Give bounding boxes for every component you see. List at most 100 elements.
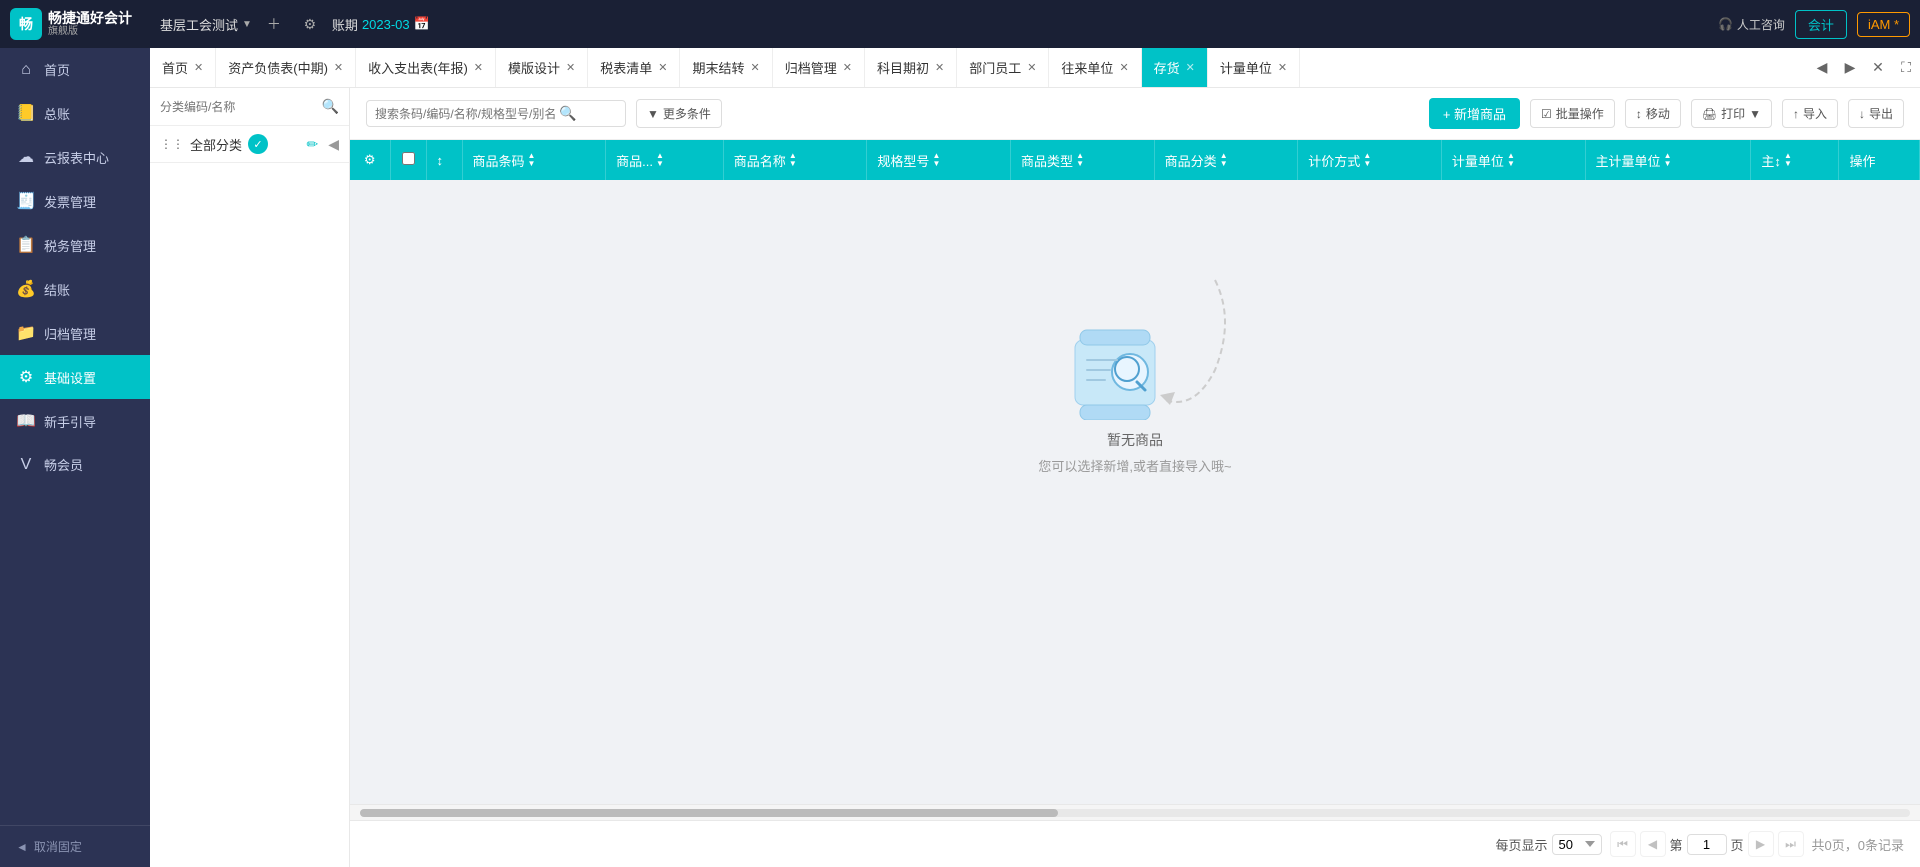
page-first-button[interactable]: ⏮ bbox=[1610, 831, 1636, 857]
col-barcode[interactable]: 商品条码 ▲▼ bbox=[462, 140, 606, 180]
tab-close-icon[interactable]: ✕ bbox=[1027, 61, 1036, 74]
unpin-button[interactable]: ◄ 取消固定 bbox=[0, 825, 150, 867]
tab-close-icon[interactable]: ✕ bbox=[935, 61, 944, 74]
tab-tax[interactable]: 税表清单 ✕ bbox=[588, 48, 680, 88]
tab-close-all[interactable]: ✕ bbox=[1864, 54, 1892, 82]
header-right: 🎧 人工咨询 会计 iAM * bbox=[1718, 10, 1910, 39]
account-button[interactable]: 会计 bbox=[1795, 10, 1847, 39]
per-page-select[interactable]: 10 20 50 100 bbox=[1552, 834, 1602, 855]
print-button[interactable]: 🖨 打印 ▼ bbox=[1691, 99, 1772, 128]
category-all-label[interactable]: 全部分类 bbox=[190, 135, 242, 154]
page-next-button[interactable]: ▶ bbox=[1748, 831, 1774, 857]
tab-close-icon[interactable]: ✕ bbox=[194, 61, 203, 74]
tab-period-end[interactable]: 期末结转 ✕ bbox=[680, 48, 772, 88]
human-service-btn[interactable]: 🎧 人工咨询 bbox=[1718, 16, 1785, 33]
col-main-unit[interactable]: 主计量单位 ▲▼ bbox=[1585, 140, 1751, 180]
tab-close-icon[interactable]: ✕ bbox=[751, 61, 760, 74]
col-name[interactable]: 商品名称 ▲▼ bbox=[723, 140, 867, 180]
category-search-input[interactable] bbox=[160, 100, 318, 114]
tab-close-icon[interactable]: ✕ bbox=[1186, 61, 1195, 74]
page-prev-button[interactable]: ◀ bbox=[1640, 831, 1666, 857]
tab-nav-right[interactable]: ▶ bbox=[1836, 54, 1864, 82]
new-product-button[interactable]: + 新增商品 bbox=[1429, 98, 1520, 129]
col-settings[interactable]: ⚙ bbox=[350, 140, 390, 180]
sidebar-label: 首页 bbox=[44, 60, 70, 79]
guide-icon: 📖 bbox=[16, 411, 36, 431]
export-icon: ↓ bbox=[1859, 107, 1865, 121]
table-header: ⚙ ↕ 商品条码 ▲▼ 商品. bbox=[350, 140, 1920, 180]
add-tab-button[interactable]: ＋ bbox=[260, 10, 288, 38]
settings-button[interactable]: ⚙ bbox=[296, 10, 324, 38]
tab-inventory[interactable]: 存货 ✕ bbox=[1142, 48, 1208, 88]
tab-close-icon[interactable]: ✕ bbox=[658, 61, 667, 74]
tab-close-icon[interactable]: ✕ bbox=[843, 61, 852, 74]
tab-label: 科目期初 bbox=[877, 58, 929, 77]
product-table: ⚙ ↕ 商品条码 ▲▼ 商品. bbox=[350, 140, 1920, 180]
iam-badge[interactable]: iAM * bbox=[1857, 12, 1910, 37]
page-label: 第 bbox=[1670, 835, 1683, 854]
select-all-checkbox[interactable] bbox=[402, 152, 415, 165]
sidebar-item-cloud-report[interactable]: ☁ 云报表中心 bbox=[0, 135, 150, 179]
tab-income[interactable]: 收入支出表(年报) ✕ bbox=[356, 48, 496, 88]
tax-icon: 📋 bbox=[16, 235, 36, 255]
tab-close-icon[interactable]: ✕ bbox=[1278, 61, 1287, 74]
sidebar-item-guide[interactable]: 📖 新手引导 bbox=[0, 399, 150, 443]
horizontal-scrollbar[interactable] bbox=[350, 804, 1920, 820]
collapse-icon[interactable]: ◀ bbox=[328, 136, 339, 153]
tab-close-icon[interactable]: ✕ bbox=[334, 61, 343, 74]
empty-desc: 您可以选择新增,或者直接导入哦~ bbox=[1038, 456, 1231, 475]
tab-template[interactable]: 模版设计 ✕ bbox=[496, 48, 588, 88]
filter-button[interactable]: ▼ 更多条件 bbox=[636, 99, 722, 128]
tab-fullscreen[interactable]: ⛶ bbox=[1892, 54, 1920, 82]
sidebar-label: 畅会员 bbox=[44, 455, 83, 474]
tab-archive[interactable]: 归档管理 ✕ bbox=[773, 48, 865, 88]
tab-department[interactable]: 部门员工 ✕ bbox=[957, 48, 1049, 88]
col-unit[interactable]: 计量单位 ▲▼ bbox=[1441, 140, 1585, 180]
edit-category-icon[interactable]: ✏ bbox=[306, 136, 318, 153]
move-button[interactable]: ↕ 移动 bbox=[1625, 99, 1681, 128]
export-label: 导出 bbox=[1869, 105, 1893, 122]
tab-label: 税表清单 bbox=[600, 58, 652, 77]
tab-nav-left[interactable]: ◀ bbox=[1808, 54, 1836, 82]
search-submit-icon[interactable]: 🔍 bbox=[559, 105, 576, 122]
tab-close-icon[interactable]: ✕ bbox=[566, 61, 575, 74]
tab-unit[interactable]: 计量单位 ✕ bbox=[1208, 48, 1300, 88]
print-icon: 🖨 bbox=[1702, 107, 1717, 121]
calendar-icon[interactable]: 📅 bbox=[414, 16, 430, 32]
col-price-mode[interactable]: 计价方式 ▲▼ bbox=[1298, 140, 1442, 180]
settlement-icon: 💰 bbox=[16, 279, 36, 299]
sidebar-item-settings[interactable]: ⚙ 基础设置 bbox=[0, 355, 150, 399]
col-category[interactable]: 商品分类 ▲▼ bbox=[1154, 140, 1298, 180]
tab-subject[interactable]: 科目期初 ✕ bbox=[865, 48, 957, 88]
sidebar-item-home[interactable]: ⌂ 首页 bbox=[0, 48, 150, 91]
col-spec[interactable]: 规格型号 ▲▼ bbox=[867, 140, 1011, 180]
scroll-thumb[interactable] bbox=[360, 809, 1058, 817]
col-code[interactable]: 商品... ▲▼ bbox=[606, 140, 724, 180]
page-input[interactable] bbox=[1687, 834, 1727, 855]
per-page-label: 每页显示 bbox=[1495, 835, 1547, 854]
page-last-button[interactable]: ⏭ bbox=[1778, 831, 1804, 857]
tab-balance-sheet[interactable]: 资产负债表(中期) ✕ bbox=[216, 48, 356, 88]
sidebar-item-ledger[interactable]: 📒 总账 bbox=[0, 91, 150, 135]
export-button[interactable]: ↓ 导出 bbox=[1848, 99, 1904, 128]
sidebar-label: 税务管理 bbox=[44, 236, 96, 255]
company-selector[interactable]: 基层工会测试 ▼ bbox=[160, 15, 252, 34]
product-search-input[interactable] bbox=[375, 107, 555, 121]
search-icon[interactable]: 🔍 bbox=[322, 98, 339, 115]
sidebar-item-vip[interactable]: V 畅会员 bbox=[0, 443, 150, 486]
col-checkbox[interactable] bbox=[390, 140, 426, 180]
sidebar-item-archive[interactable]: 📁 归档管理 bbox=[0, 311, 150, 355]
app-edition: 旗舰版 bbox=[48, 26, 132, 38]
import-button[interactable]: ↑ 导入 bbox=[1782, 99, 1838, 128]
batch-operation-button[interactable]: ☑ 批量操作 bbox=[1530, 99, 1615, 128]
sidebar-item-invoice[interactable]: 🧾 发票管理 bbox=[0, 179, 150, 223]
tab-contacts[interactable]: 往来单位 ✕ bbox=[1049, 48, 1141, 88]
sidebar-item-settlement[interactable]: 💰 结账 bbox=[0, 267, 150, 311]
sidebar-item-tax[interactable]: 📋 税务管理 bbox=[0, 223, 150, 267]
tab-home[interactable]: 首页 ✕ bbox=[150, 48, 216, 88]
col-type[interactable]: 商品类型 ▲▼ bbox=[1011, 140, 1155, 180]
tab-close-icon[interactable]: ✕ bbox=[474, 61, 483, 74]
col-extra[interactable]: 主↕ ▲▼ bbox=[1751, 140, 1839, 180]
tab-close-icon[interactable]: ✕ bbox=[1119, 61, 1128, 74]
batch-icon: ☑ bbox=[1541, 107, 1552, 121]
